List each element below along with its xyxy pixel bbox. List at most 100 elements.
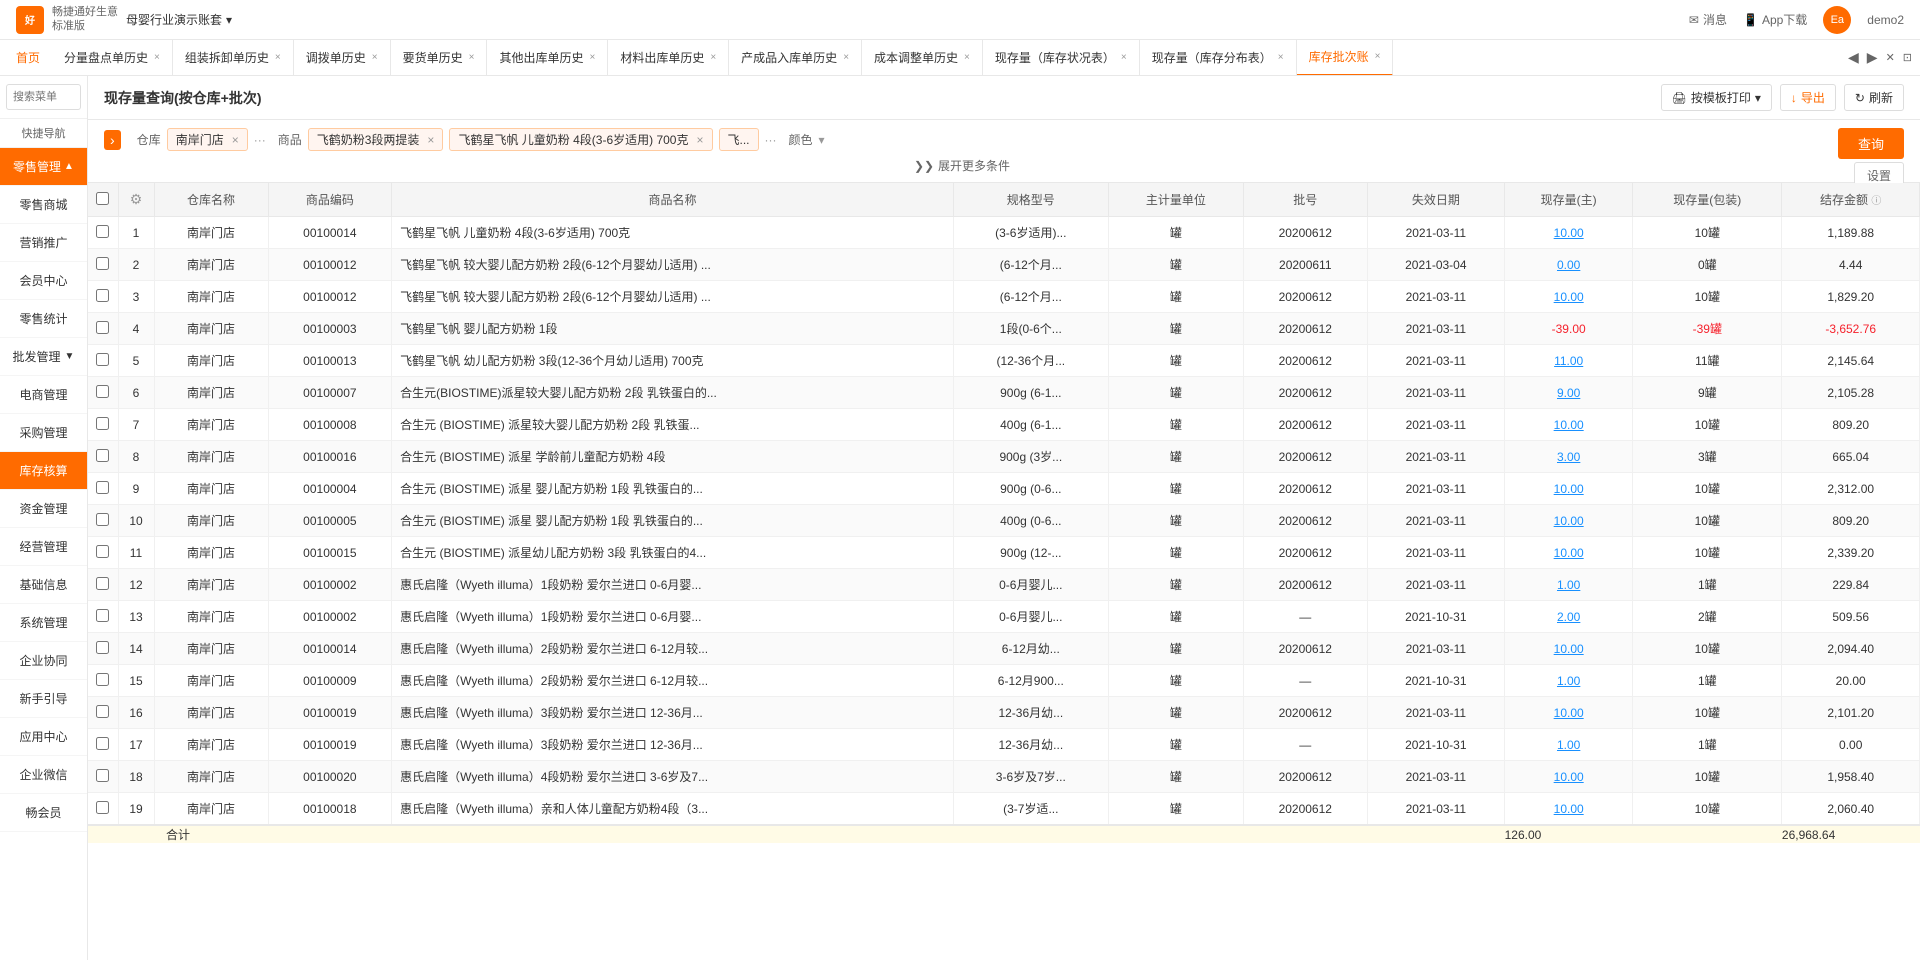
- tab-4[interactable]: 要货单历史 ×: [391, 40, 488, 76]
- tab-5[interactable]: 其他出库单历史 ×: [487, 40, 608, 76]
- row-qty[interactable]: 9.00: [1505, 377, 1633, 409]
- messages-btn[interactable]: ✉ 消息: [1689, 11, 1727, 28]
- select-all-checkbox[interactable]: [96, 192, 109, 205]
- close-tab-9[interactable]: ×: [1121, 52, 1127, 63]
- row-checkbox[interactable]: [88, 409, 118, 441]
- tab-1[interactable]: 分量盘点单历史 ×: [52, 40, 173, 76]
- sidebar-item-system[interactable]: 系统管理: [0, 604, 87, 642]
- sidebar-item-appcenter[interactable]: 应用中心: [0, 718, 87, 756]
- warehouse-more-btn[interactable]: ···: [254, 133, 266, 147]
- row-checkbox[interactable]: [88, 729, 118, 761]
- sidebar-item-inventory[interactable]: 库存核算: [0, 452, 87, 490]
- sidebar-item-purchase[interactable]: 采购管理: [0, 414, 87, 452]
- close-tab-2[interactable]: ×: [275, 52, 281, 63]
- row-qty[interactable]: 10.00: [1505, 217, 1633, 249]
- search-input[interactable]: [6, 84, 81, 110]
- row-qty[interactable]: 10.00: [1505, 409, 1633, 441]
- close-tab-7[interactable]: ×: [843, 52, 849, 63]
- print-button[interactable]: 🖨 按模板打印 ▾: [1661, 84, 1772, 111]
- row-checkbox[interactable]: [88, 473, 118, 505]
- row-qty[interactable]: 10.00: [1505, 633, 1633, 665]
- row-qty[interactable]: 10.00: [1505, 761, 1633, 793]
- product-tag2-close[interactable]: ×: [696, 133, 703, 147]
- gear-icon[interactable]: ⚙: [130, 191, 143, 207]
- row-qty[interactable]: 3.00: [1505, 441, 1633, 473]
- tab-8[interactable]: 成本调整单历史 ×: [862, 40, 983, 76]
- color-dropdown-arrow[interactable]: ▾: [819, 133, 825, 147]
- row-checkbox[interactable]: [88, 665, 118, 697]
- expand-more-btn[interactable]: ❯❯ 展开更多条件: [914, 157, 1010, 174]
- row-qty[interactable]: 10.00: [1505, 281, 1633, 313]
- sidebar-item-retail-stats[interactable]: 零售统计: [0, 300, 87, 338]
- tab-11[interactable]: 库存批次账 ×: [1297, 40, 1394, 76]
- row-checkbox[interactable]: [88, 281, 118, 313]
- row-checkbox[interactable]: [88, 441, 118, 473]
- row-qty[interactable]: 10.00: [1505, 473, 1633, 505]
- next-tab-btn[interactable]: ▶: [1863, 45, 1882, 70]
- system-selector[interactable]: 母婴行业演示账套 ▾: [126, 11, 232, 28]
- sidebar-item-member[interactable]: 会员中心: [0, 262, 87, 300]
- tab-10[interactable]: 现存量（库存分布表） ×: [1140, 40, 1297, 76]
- sidebar-shortcut[interactable]: 快捷导航: [0, 119, 87, 148]
- row-checkbox[interactable]: [88, 601, 118, 633]
- app-download-btn[interactable]: 📱 App下载: [1743, 11, 1807, 28]
- warehouse-tag-close[interactable]: ×: [232, 133, 239, 147]
- refresh-button[interactable]: ↻ 刷新: [1844, 84, 1904, 111]
- close-tab-3[interactable]: ×: [372, 52, 378, 63]
- close-tab-1[interactable]: ×: [154, 52, 160, 63]
- row-checkbox[interactable]: [88, 505, 118, 537]
- row-checkbox[interactable]: [88, 793, 118, 826]
- sidebar-item-wholesale[interactable]: 批发管理 ▼: [0, 338, 87, 376]
- row-qty[interactable]: 1.00: [1505, 729, 1633, 761]
- sidebar-item-vip[interactable]: 畅会员: [0, 794, 87, 832]
- sidebar-item-retail-mall[interactable]: 零售商城: [0, 186, 87, 224]
- row-qty[interactable]: 0.00: [1505, 249, 1633, 281]
- expand-icon[interactable]: ›: [104, 130, 121, 150]
- sidebar-item-guide[interactable]: 新手引导: [0, 680, 87, 718]
- close-tab-11[interactable]: ×: [1375, 51, 1381, 62]
- sidebar-item-operations[interactable]: 经营管理: [0, 528, 87, 566]
- row-checkbox[interactable]: [88, 761, 118, 793]
- row-checkbox[interactable]: [88, 345, 118, 377]
- row-qty[interactable]: 11.00: [1505, 345, 1633, 377]
- col-checkbox[interactable]: [88, 183, 118, 217]
- username[interactable]: demo2: [1867, 13, 1904, 27]
- more-tabs-btn[interactable]: ⊡: [1899, 47, 1916, 68]
- export-button[interactable]: ↓ 导出: [1780, 84, 1836, 111]
- close-tab-5[interactable]: ×: [589, 52, 595, 63]
- row-qty[interactable]: 2.00: [1505, 601, 1633, 633]
- sidebar-item-wechat[interactable]: 企业微信: [0, 756, 87, 794]
- sidebar-item-ecommerce[interactable]: 电商管理: [0, 376, 87, 414]
- sidebar-item-basic[interactable]: 基础信息: [0, 566, 87, 604]
- tab-6[interactable]: 材料出库单历史 ×: [608, 40, 729, 76]
- expand-arrow[interactable]: ›: [104, 132, 121, 148]
- tab-3[interactable]: 调拨单历史 ×: [294, 40, 391, 76]
- row-checkbox[interactable]: [88, 249, 118, 281]
- row-qty[interactable]: 10.00: [1505, 505, 1633, 537]
- row-checkbox[interactable]: [88, 313, 118, 345]
- row-qty[interactable]: 10.00: [1505, 697, 1633, 729]
- close-tab-4[interactable]: ×: [469, 52, 475, 63]
- row-checkbox[interactable]: [88, 537, 118, 569]
- row-qty[interactable]: 10.00: [1505, 537, 1633, 569]
- tab-home[interactable]: 首页: [4, 40, 52, 76]
- row-checkbox[interactable]: [88, 697, 118, 729]
- sidebar-item-retail-management[interactable]: 零售管理 ▲: [0, 148, 87, 186]
- row-qty[interactable]: 10.00: [1505, 793, 1633, 826]
- row-checkbox[interactable]: [88, 633, 118, 665]
- row-qty[interactable]: 1.00: [1505, 569, 1633, 601]
- row-checkbox[interactable]: [88, 569, 118, 601]
- row-qty[interactable]: 1.00: [1505, 665, 1633, 697]
- prev-tab-btn[interactable]: ◀: [1844, 45, 1863, 70]
- tab-2[interactable]: 组装拆卸单历史 ×: [173, 40, 294, 76]
- sidebar-item-finance[interactable]: 资金管理: [0, 490, 87, 528]
- sidebar-item-enterprise[interactable]: 企业协同: [0, 642, 87, 680]
- close-tab-8[interactable]: ×: [964, 52, 970, 63]
- product-tag1-close[interactable]: ×: [427, 133, 434, 147]
- avatar[interactable]: Ea: [1823, 6, 1851, 34]
- row-checkbox[interactable]: [88, 377, 118, 409]
- close-tab-10[interactable]: ×: [1278, 52, 1284, 63]
- close-tab-6[interactable]: ×: [710, 52, 716, 63]
- tab-7[interactable]: 产成品入库单历史 ×: [729, 40, 862, 76]
- row-checkbox[interactable]: [88, 217, 118, 249]
